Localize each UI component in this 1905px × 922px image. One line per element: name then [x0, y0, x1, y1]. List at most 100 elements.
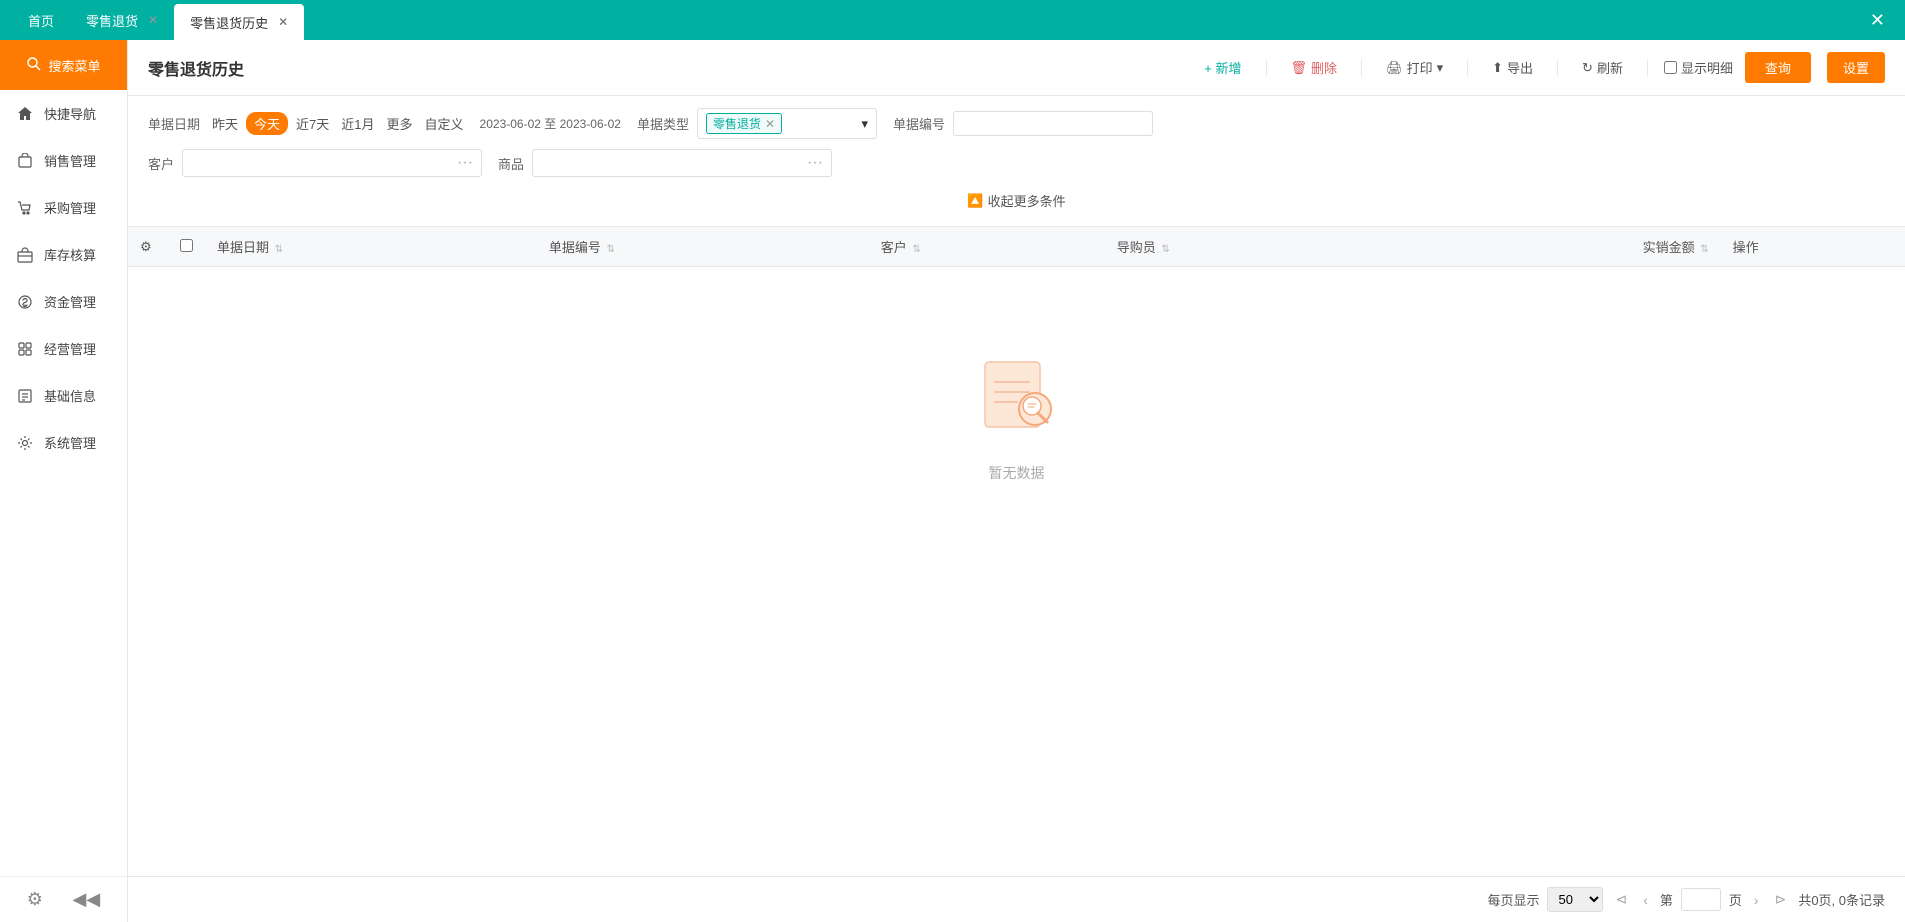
sidebar-item-quick-nav-label: 快捷导航 [44, 104, 96, 123]
prev-page-button[interactable]: ‹ [1639, 890, 1652, 910]
th-date-label: 单据日期 [217, 240, 269, 255]
table-header-row: ⚙ 单据日期 ⇅ 单据编号 ⇅ [128, 227, 1905, 267]
sidebar-item-quick-nav[interactable]: 快捷导航 [0, 90, 127, 137]
total-records: 共0页, 0条记录 [1798, 890, 1885, 909]
sidebar-item-basic-info[interactable]: 基础信息 [0, 372, 127, 419]
window-close-button[interactable]: ✕ [1862, 10, 1893, 31]
sidebar-search[interactable]: 搜索菜单 [0, 40, 127, 90]
finance-icon [16, 293, 34, 311]
content-area: 零售退货历史 + 新增 🗑 删除 🖨 打印 ▾ ⬆ [128, 40, 1905, 922]
sidebar-item-purchase[interactable]: 采购管理 [0, 184, 127, 231]
date-btn-today[interactable]: 今天 [246, 112, 288, 135]
page-label: 第 [1660, 890, 1673, 909]
add-button[interactable]: + 新增 [1196, 54, 1249, 81]
system-icon [16, 434, 34, 452]
th-action-label: 操作 [1733, 240, 1759, 255]
type-tag: 零售退货 ✕ [706, 113, 782, 134]
sidebar-item-system[interactable]: 系统管理 [0, 419, 127, 466]
goods-select[interactable]: ··· [532, 149, 832, 177]
select-all-checkbox[interactable] [180, 239, 193, 252]
date-label: 单据日期 [148, 114, 200, 133]
number-label: 单据编号 [893, 114, 945, 133]
first-page-button[interactable]: ⊲ [1611, 889, 1631, 910]
type-tag-value: 零售退货 [713, 115, 761, 132]
print-button[interactable]: 🖨 打印 ▾ [1378, 54, 1451, 81]
type-select-chevron-icon: ▾ [861, 116, 868, 132]
show-details-input[interactable] [1664, 61, 1677, 74]
inventory-icon [16, 246, 34, 264]
customer-dots-icon[interactable]: ··· [457, 154, 473, 172]
date-btn-1month[interactable]: 近1月 [337, 113, 378, 134]
type-select[interactable]: 零售退货 ✕ ▾ [697, 108, 877, 139]
th-number-label: 单据编号 [549, 240, 601, 255]
page-title: 零售退货历史 [148, 56, 244, 80]
sidebar-item-sales-label: 销售管理 [44, 151, 96, 170]
sidebar-item-system-label: 系统管理 [44, 433, 96, 452]
page-size-label: 每页显示 [1487, 890, 1539, 909]
date-btn-custom[interactable]: 自定义 [421, 113, 468, 134]
page-suffix: 页 [1729, 890, 1742, 909]
page-size-select[interactable]: 50 10 20 100 [1547, 887, 1603, 912]
settings-icon[interactable]: ⚙ [27, 889, 43, 910]
delete-label: 删除 [1311, 58, 1337, 77]
sidebar-item-operations[interactable]: 经营管理 [0, 325, 127, 372]
th-action: 操作 [1721, 227, 1905, 267]
goods-dots-icon[interactable]: ··· [807, 154, 823, 172]
date-btn-yesterday[interactable]: 昨天 [208, 113, 242, 134]
refresh-button[interactable]: ↻ 刷新 [1574, 54, 1631, 81]
date-shortcuts: 昨天 今天 近7天 近1月 更多 自定义 [208, 112, 468, 135]
tab-home[interactable]: 首页 [12, 0, 70, 40]
page-header: 零售退货历史 + 新增 🗑 删除 🖨 打印 ▾ ⬆ [128, 40, 1905, 96]
type-filter: 单据类型 零售退货 ✕ ▾ [637, 108, 877, 139]
sidebar-item-inventory[interactable]: 库存核算 [0, 231, 127, 278]
date-btn-7days[interactable]: 近7天 [292, 113, 333, 134]
last-page-button[interactable]: ⊳ [1771, 889, 1791, 910]
th-settings[interactable]: ⚙ [128, 227, 168, 267]
print-label: 打印 [1407, 58, 1433, 77]
setting-button[interactable]: 设置 [1827, 52, 1885, 83]
sidebar-item-operations-label: 经营管理 [44, 339, 96, 358]
print-chevron-icon: ▾ [1437, 60, 1444, 76]
sidebar-item-sales[interactable]: 销售管理 [0, 137, 127, 184]
sort-customer-icon: ⇅ [912, 244, 920, 255]
type-label: 单据类型 [637, 114, 689, 133]
tab-retail-return-history-close[interactable]: ✕ [278, 15, 288, 29]
th-customer-label: 客户 [881, 240, 907, 255]
delete-icon: 🗑 [1291, 60, 1308, 76]
type-tag-remove[interactable]: ✕ [765, 117, 775, 131]
number-input[interactable] [953, 111, 1153, 136]
collapse-button[interactable]: 🔼 收起更多条件 [967, 191, 1065, 210]
show-details-checkbox[interactable]: 显示明细 [1664, 58, 1733, 77]
delete-button[interactable]: 🗑 删除 [1283, 54, 1346, 81]
th-number[interactable]: 单据编号 ⇅ [537, 227, 869, 267]
collapse-label: 收起更多条件 [988, 191, 1066, 210]
volume-icon[interactable]: ◀◀ [73, 889, 101, 910]
export-button[interactable]: ⬆ 导出 [1484, 54, 1541, 81]
sort-date-icon: ⇅ [275, 244, 283, 255]
sidebar-item-finance[interactable]: 资金管理 [0, 278, 127, 325]
tab-retail-return-history[interactable]: 零售退货历史 ✕ [174, 4, 304, 40]
th-checkbox[interactable] [168, 227, 205, 267]
sort-amount-icon: ⇅ [1700, 244, 1708, 255]
table-area: ⚙ 单据日期 ⇅ 单据编号 ⇅ [128, 227, 1905, 876]
filter-row-2: 客户 ··· 商品 ··· [148, 149, 1885, 177]
sidebar-item-inventory-label: 库存核算 [44, 245, 96, 264]
page-input[interactable]: 1 [1681, 888, 1721, 911]
query-button[interactable]: 查询 [1745, 52, 1811, 83]
th-amount[interactable]: 实销金额 ⇅ [1389, 227, 1721, 267]
empty-text: 暂无数据 [989, 463, 1045, 483]
tab-retail-return[interactable]: 零售退货 ✕ [70, 0, 174, 40]
sort-guide-icon: ⇅ [1161, 244, 1169, 255]
filter-area: 单据日期 昨天 今天 近7天 近1月 更多 自定义 2023-06-02 至 2… [128, 96, 1905, 227]
settings-gear-icon[interactable]: ⚙ [140, 239, 152, 254]
th-guide-label: 导购员 [1117, 240, 1156, 255]
th-customer[interactable]: 客户 ⇅ [869, 227, 1105, 267]
th-date[interactable]: 单据日期 ⇅ [205, 227, 537, 267]
tab-retail-return-label: 零售退货 [86, 11, 138, 30]
next-page-button[interactable]: › [1750, 890, 1763, 910]
tab-retail-return-close[interactable]: ✕ [148, 13, 158, 27]
customer-select[interactable]: ··· [182, 149, 482, 177]
date-btn-more[interactable]: 更多 [383, 113, 417, 134]
sidebar-search-label: 搜索菜单 [48, 56, 100, 75]
th-guide[interactable]: 导购员 ⇅ [1105, 227, 1389, 267]
